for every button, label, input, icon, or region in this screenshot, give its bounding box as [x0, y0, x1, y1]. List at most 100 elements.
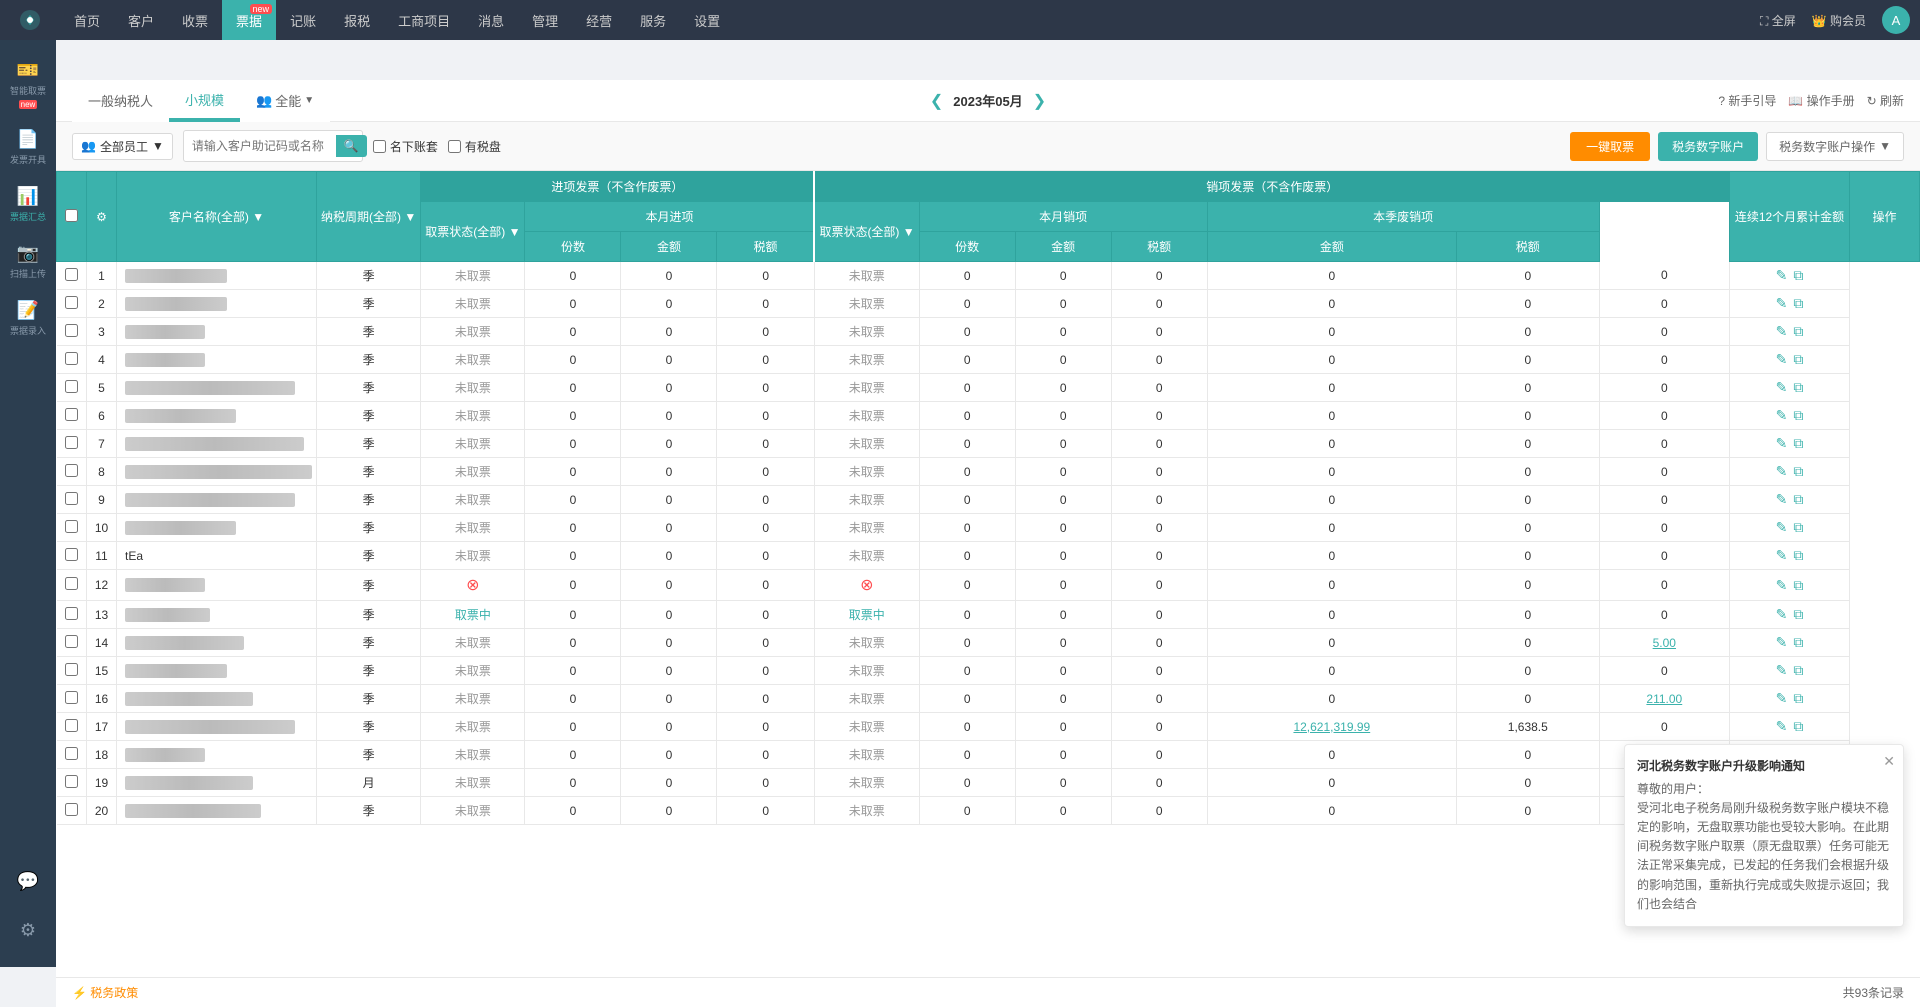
- search-button[interactable]: 🔍: [336, 135, 367, 157]
- td-checkbox[interactable]: [57, 458, 87, 486]
- accum-value[interactable]: 5.00: [1653, 636, 1676, 650]
- copy-icon[interactable]: ⧉: [1793, 519, 1803, 536]
- nav-business[interactable]: 工商项目: [384, 0, 464, 40]
- td-checkbox[interactable]: [57, 741, 87, 769]
- nav-service[interactable]: 服务: [626, 0, 680, 40]
- td-checkbox[interactable]: [57, 486, 87, 514]
- copy-icon[interactable]: ⧉: [1793, 407, 1803, 424]
- row-checkbox[interactable]: [65, 296, 78, 309]
- sidebar-item-invoice-issue[interactable]: 📄 发票开具: [0, 119, 56, 176]
- edit-icon[interactable]: ✎: [1776, 463, 1788, 480]
- td-checkbox[interactable]: [57, 797, 87, 825]
- row-checkbox[interactable]: [65, 268, 78, 281]
- td-checkbox[interactable]: [57, 346, 87, 374]
- sidebar-item-smart-invoice[interactable]: 🎫 智能取票 new: [0, 50, 56, 119]
- sidebar-item-scan[interactable]: 📷 扫描上传: [0, 233, 56, 290]
- nav-home[interactable]: 首页: [60, 0, 114, 40]
- td-checkbox[interactable]: [57, 514, 87, 542]
- refresh-btn[interactable]: ↻ 刷新: [1867, 92, 1904, 109]
- td-checkbox[interactable]: [57, 374, 87, 402]
- tab-small-scale[interactable]: 小规模: [169, 80, 240, 122]
- row-checkbox[interactable]: [65, 492, 78, 505]
- td-checkbox[interactable]: [57, 685, 87, 713]
- copy-icon[interactable]: ⧉: [1793, 690, 1803, 707]
- td-checkbox[interactable]: [57, 570, 87, 601]
- row-checkbox[interactable]: [65, 691, 78, 704]
- policy-link[interactable]: ⚡ 税务政策: [72, 984, 138, 1001]
- tax-digital-btn[interactable]: 税务数字账户: [1658, 132, 1758, 161]
- nav-manage[interactable]: 管理: [518, 0, 572, 40]
- td-checkbox[interactable]: [57, 542, 87, 570]
- nav-bookkeeping[interactable]: 记账: [276, 0, 330, 40]
- edit-icon[interactable]: ✎: [1776, 295, 1788, 312]
- checkbox-taxdisk-input[interactable]: [448, 140, 461, 153]
- row-checkbox[interactable]: [65, 464, 78, 477]
- edit-icon[interactable]: ✎: [1776, 323, 1788, 340]
- copy-icon[interactable]: ⧉: [1793, 547, 1803, 564]
- edit-icon[interactable]: ✎: [1776, 351, 1788, 368]
- row-checkbox[interactable]: [65, 380, 78, 393]
- nav-invoice[interactable]: 票据new: [222, 0, 276, 40]
- sidebar-item-invoice-entry[interactable]: 📝 票据录入: [0, 290, 56, 347]
- td-checkbox[interactable]: [57, 601, 87, 629]
- copy-icon[interactable]: ⧉: [1793, 267, 1803, 284]
- td-checkbox[interactable]: [57, 629, 87, 657]
- sidebar-msg[interactable]: 💬: [17, 861, 39, 902]
- sidebar-item-invoice-summary[interactable]: 📊 票据汇总: [0, 176, 56, 233]
- copy-icon[interactable]: ⧉: [1793, 718, 1803, 735]
- th-out-status[interactable]: 取票状态(全部) ▼: [814, 202, 919, 262]
- th-in-status[interactable]: 取票状态(全部) ▼: [421, 202, 525, 262]
- manual-btn[interactable]: 📖 操作手册: [1788, 92, 1854, 109]
- edit-icon[interactable]: ✎: [1776, 267, 1788, 284]
- nav-receive[interactable]: 收票: [168, 0, 222, 40]
- td-checkbox[interactable]: [57, 290, 87, 318]
- copy-icon[interactable]: ⧉: [1793, 606, 1803, 623]
- edit-icon[interactable]: ✎: [1776, 547, 1788, 564]
- copy-icon[interactable]: ⧉: [1793, 435, 1803, 452]
- copy-icon[interactable]: ⧉: [1793, 463, 1803, 480]
- return-amount[interactable]: 12,621,319.99: [1293, 720, 1370, 734]
- employee-select[interactable]: 👥 全部员工 ▼: [72, 133, 173, 160]
- row-checkbox[interactable]: [65, 607, 78, 620]
- row-checkbox[interactable]: [65, 577, 78, 590]
- checkbox-subledger[interactable]: 名下账套: [373, 138, 438, 155]
- notification-close-btn[interactable]: ✕: [1883, 753, 1895, 770]
- date-prev-btn[interactable]: ❮: [930, 91, 943, 111]
- copy-icon[interactable]: ⧉: [1793, 662, 1803, 679]
- nav-message[interactable]: 消息: [464, 0, 518, 40]
- nav-settings[interactable]: 设置: [680, 0, 734, 40]
- row-checkbox[interactable]: [65, 775, 78, 788]
- row-checkbox[interactable]: [65, 548, 78, 561]
- row-checkbox[interactable]: [65, 803, 78, 816]
- row-checkbox[interactable]: [65, 352, 78, 365]
- checkbox-taxdisk[interactable]: 有税盘: [448, 138, 501, 155]
- edit-icon[interactable]: ✎: [1776, 519, 1788, 536]
- copy-icon[interactable]: ⧉: [1793, 577, 1803, 594]
- edit-icon[interactable]: ✎: [1776, 577, 1788, 594]
- nav-operation[interactable]: 经营: [572, 0, 626, 40]
- date-next-btn[interactable]: ❯: [1033, 91, 1046, 111]
- td-checkbox[interactable]: [57, 402, 87, 430]
- td-checkbox[interactable]: [57, 769, 87, 797]
- row-checkbox[interactable]: [65, 635, 78, 648]
- edit-icon[interactable]: ✎: [1776, 407, 1788, 424]
- checkbox-subledger-input[interactable]: [373, 140, 386, 153]
- tax-digital-ops-btn[interactable]: 税务数字账户操作 ▼: [1766, 132, 1904, 161]
- edit-icon[interactable]: ✎: [1776, 491, 1788, 508]
- row-checkbox[interactable]: [65, 408, 78, 421]
- copy-icon[interactable]: ⧉: [1793, 491, 1803, 508]
- nav-customer[interactable]: 客户: [114, 0, 168, 40]
- row-checkbox[interactable]: [65, 324, 78, 337]
- row-checkbox[interactable]: [65, 747, 78, 760]
- vip-btn[interactable]: 👑 购会员: [1812, 12, 1866, 29]
- accum-value[interactable]: 211.00: [1646, 692, 1682, 706]
- th-customer-name[interactable]: 客户名称(全部) ▼: [117, 172, 317, 262]
- user-avatar[interactable]: A: [1882, 6, 1910, 34]
- one-click-btn[interactable]: 一键取票: [1570, 132, 1650, 161]
- tab-general[interactable]: 一般纳税人: [72, 80, 169, 122]
- copy-icon[interactable]: ⧉: [1793, 379, 1803, 396]
- copy-icon[interactable]: ⧉: [1793, 351, 1803, 368]
- edit-icon[interactable]: ✎: [1776, 662, 1788, 679]
- guide-btn[interactable]: ? 新手引导: [1718, 92, 1776, 109]
- row-checkbox[interactable]: [65, 436, 78, 449]
